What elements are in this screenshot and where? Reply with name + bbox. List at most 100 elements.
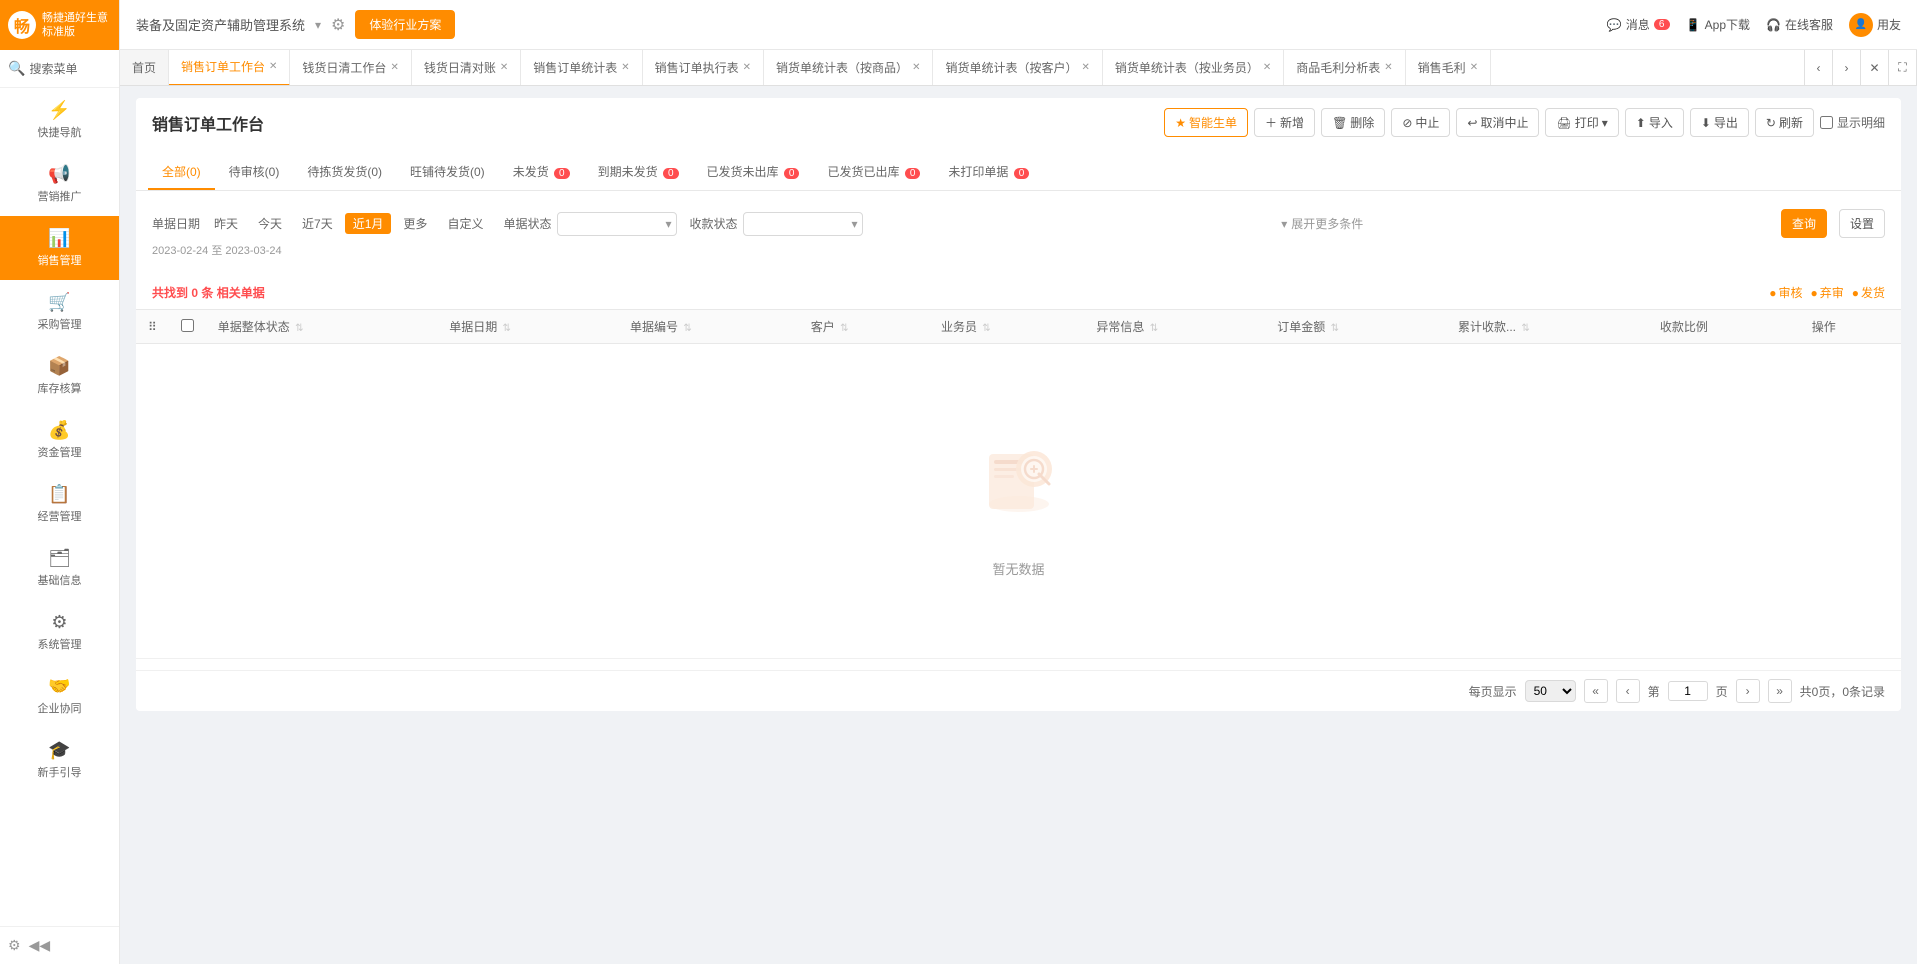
tab-close-cash-reconcile[interactable]: ✕ [500,62,508,73]
show-detail-checkbox[interactable] [1820,116,1833,129]
col-customer[interactable]: 客户 ⇅ [799,310,929,344]
sub-tab-shipped-out[interactable]: 已发货已出库 0 [813,155,934,190]
tab-close-sales-summary-product[interactable]: ✕ [912,62,920,73]
query-button[interactable]: 查询 [1781,209,1827,238]
message-item[interactable]: 💬 消息 6 [1607,16,1670,33]
basic-icon: 🗂 [48,548,71,569]
tab-sales-exec[interactable]: 销售订单执行表 ✕ [643,50,764,86]
tab-close-sales-summary-staff[interactable]: ✕ [1263,62,1271,73]
sidebar-item-quick-nav[interactable]: ⚡ 快捷导航 [0,88,119,152]
import-button[interactable]: ⬆ 导入 [1625,108,1684,137]
online-service-item[interactable]: 🎧 在线客服 [1766,16,1833,33]
collapse-icon[interactable]: ◀◀ [29,937,51,954]
tab-close-cash-daily[interactable]: ✕ [390,62,398,73]
sub-tab-wangpu-pending[interactable]: 旺铺待发货(0) [396,155,499,190]
user-item[interactable]: 👤 用友 [1849,13,1901,37]
status-select[interactable] [557,212,677,236]
solution-button[interactable]: 体验行业方案 [355,10,455,39]
horizontal-scrollbar[interactable] [136,658,1901,670]
cancel-audit-button[interactable]: ● 弃审 [1810,284,1843,301]
print-button[interactable]: 🖨 打印 ▾ [1545,108,1618,137]
sidebar-menu: 🔍 搜索菜单 ⚡ 快捷导航 📢 营销推广 📊 销售管理 🛒 采购管理 📦 库存核… [0,50,119,926]
tab-sales-gross[interactable]: 销售毛利 ✕ [1406,50,1491,86]
next-page-btn[interactable]: › [1736,679,1760,703]
date-btn-yesterday[interactable]: 昨天 [206,213,246,234]
payment-select[interactable] [743,212,863,236]
tab-close-sales-gross[interactable]: ✕ [1470,62,1478,73]
add-button[interactable]: ＋ 新增 [1254,108,1315,137]
sidebar-item-search[interactable]: 🔍 搜索菜单 [0,50,119,88]
tab-scroll-right-btn[interactable]: › [1833,50,1861,86]
col-exception[interactable]: 异常信息 ⇅ [1084,310,1265,344]
first-page-btn[interactable]: « [1584,679,1608,703]
ship-button[interactable]: ● 发货 [1852,284,1885,301]
sub-tab-pending-inspect[interactable]: 待拣货发货(0) [293,155,396,190]
col-received[interactable]: 累计收款... ⇅ [1446,310,1648,344]
tab-close-sales-workbench[interactable]: ✕ [269,61,277,72]
col-status[interactable]: 单据整体状态 ⇅ [206,310,437,344]
date-btn-more[interactable]: 更多 [395,213,435,234]
tab-cash-daily[interactable]: 钱货日清工作台 ✕ [290,50,411,86]
tab-sales-summary-customer[interactable]: 销货单统计表（按客户） ✕ [933,50,1102,86]
page-input[interactable] [1668,681,1708,701]
topbar-settings-icon[interactable]: ⚙ [331,15,345,35]
sidebar-item-marketing[interactable]: 📢 营销推广 [0,152,119,216]
tab-fullscreen-btn[interactable]: ⛶ [1889,50,1917,86]
sidebar-item-finance[interactable]: 💰 资金管理 [0,408,119,472]
sub-tab-all[interactable]: 全部(0) [148,155,215,190]
col-date[interactable]: 单据日期 ⇅ [437,310,618,344]
tab-sales-summary-product[interactable]: 销货单统计表（按商品） ✕ [764,50,933,86]
smart-order-button[interactable]: ★ 智能生单 [1164,108,1248,137]
settings-icon[interactable]: ⚙ [8,937,21,954]
delete-button[interactable]: 🗑 删除 [1321,108,1385,137]
app-download-item[interactable]: 📱 App下载 [1686,16,1750,33]
date-btn-today[interactable]: 今天 [250,213,290,234]
sub-tab-not-printed[interactable]: 未打印单据 0 [934,155,1043,190]
filter-settings-button[interactable]: 设置 [1839,209,1885,238]
date-btn-7days[interactable]: 近7天 [294,213,341,234]
show-detail-label[interactable]: 显示明细 [1820,114,1885,131]
per-page-select[interactable]: 50 10 20 100 [1525,680,1576,702]
tab-home[interactable]: 首页 [120,50,169,86]
refresh-button[interactable]: ↻ 刷新 [1755,108,1814,137]
sub-tab-not-shipped[interactable]: 未发货 0 [499,155,584,190]
select-all-checkbox[interactable] [181,319,194,332]
tab-close-sales-stats[interactable]: ✕ [621,62,629,73]
tab-scroll-left-btn[interactable]: ‹ [1805,50,1833,86]
prev-page-btn[interactable]: ‹ [1616,679,1640,703]
tab-sales-summary-staff[interactable]: 销货单统计表（按业务员） ✕ [1103,50,1284,86]
tab-cash-reconcile[interactable]: 钱货日清对账 ✕ [412,50,521,86]
tab-close-sales-summary-customer[interactable]: ✕ [1081,62,1089,73]
tab-close-all-btn[interactable]: ✕ [1861,50,1889,86]
date-btn-1month[interactable]: 近1月 [345,213,392,234]
sidebar-item-basic[interactable]: 🗂 基础信息 [0,536,119,600]
tab-sales-stats[interactable]: 销售订单统计表 ✕ [521,50,642,86]
tab-close-sales-exec[interactable]: ✕ [743,62,751,73]
sidebar-item-system[interactable]: ⚙ 系统管理 [0,600,119,664]
sidebar-item-sales[interactable]: 📊 销售管理 [0,216,119,280]
export-button[interactable]: ⬇ 导出 [1690,108,1749,137]
col-number[interactable]: 单据编号 ⇅ [618,310,799,344]
sub-tab-expired-not-shipped[interactable]: 到期未发货 0 [584,155,693,190]
tab-close-product-margin[interactable]: ✕ [1384,62,1392,73]
inventory-icon: 📦 [48,356,70,377]
sub-tab-pending-review[interactable]: 待审核(0) [215,155,294,190]
last-page-btn[interactable]: » [1768,679,1792,703]
sidebar-item-purchase[interactable]: 🛒 采购管理 [0,280,119,344]
sidebar-item-operations[interactable]: 📋 经营管理 [0,472,119,536]
home-tab-label: 首页 [132,59,156,76]
col-amount[interactable]: 订单金额 ⇅ [1265,310,1446,344]
sub-tab-shipped-not-out[interactable]: 已发货未出库 0 [693,155,814,190]
expand-filter-btn[interactable]: ▾ 展开更多条件 [1281,215,1363,232]
sidebar-item-guide[interactable]: 🎓 新手引导 [0,728,119,792]
tab-sales-workbench[interactable]: 销售订单工作台 ✕ [169,50,290,86]
date-btn-custom[interactable]: 自定义 [439,213,491,234]
cancel-suspend-button[interactable]: ↩ 取消中止 [1456,108,1539,137]
sidebar-item-inventory[interactable]: 📦 库存核算 [0,344,119,408]
not-shipped-badge: 0 [554,168,570,179]
col-staff[interactable]: 业务员 ⇅ [929,310,1084,344]
suspend-button[interactable]: ⊘ 中止 [1391,108,1450,137]
tab-product-margin[interactable]: 商品毛利分析表 ✕ [1284,50,1405,86]
sidebar-item-enterprise[interactable]: 🤝 企业协同 [0,664,119,728]
audit-button[interactable]: ● 审核 [1769,284,1802,301]
